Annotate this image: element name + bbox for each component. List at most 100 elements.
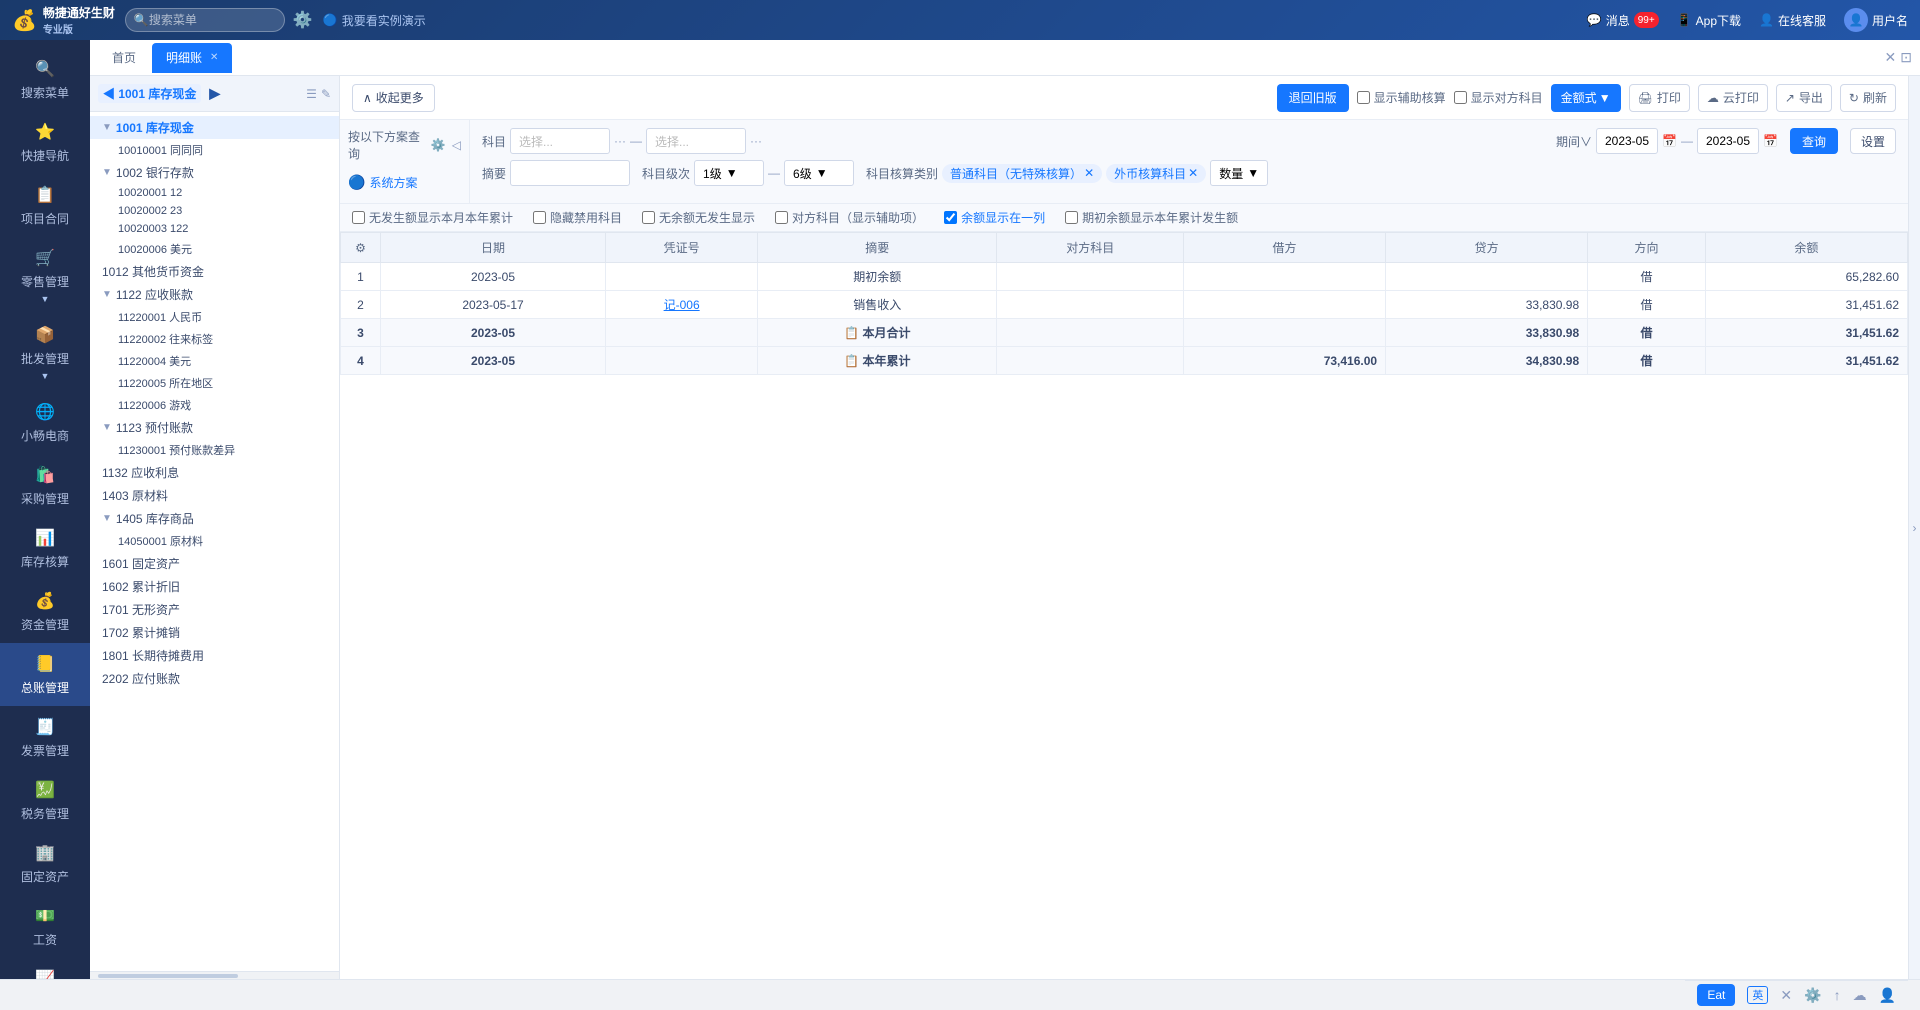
tab-close-icon[interactable]: ✕ bbox=[210, 52, 218, 63]
sidebar-item-invoice[interactable]: 🧾 发票管理 bbox=[0, 706, 90, 769]
settings-icon[interactable]: ⚙️ bbox=[293, 10, 313, 30]
type-tag2-close[interactable]: ✕ bbox=[1188, 166, 1198, 180]
settings-btn[interactable]: 设置 bbox=[1850, 128, 1896, 154]
show-auxiliary-checkbox[interactable]: 显示辅助核算 bbox=[1357, 89, 1446, 106]
bottom-icon-5[interactable]: 👤 bbox=[1879, 987, 1896, 1004]
sidebar-item-tax[interactable]: 💹 税务管理 bbox=[0, 769, 90, 832]
app-download-btn[interactable]: 📱 App下载 bbox=[1677, 12, 1741, 29]
row2-voucher[interactable]: 记-006 bbox=[606, 291, 758, 319]
calendar-from-icon[interactable]: 📅 bbox=[1662, 134, 1677, 148]
tree-settings-icon[interactable]: ✎ bbox=[321, 87, 331, 101]
checkbox-contra[interactable]: 对方科目（显示辅助项） bbox=[775, 209, 924, 226]
checkbox-balance-col[interactable]: 余额显示在一列 bbox=[944, 209, 1045, 226]
tree-node-14050001[interactable]: 14050001 原材料 bbox=[90, 530, 339, 552]
tree-node-10020002[interactable]: 10020002 23 bbox=[90, 202, 339, 220]
tree-node-1701[interactable]: 1701 无形资产 bbox=[90, 598, 339, 621]
export-btn[interactable]: ↗ 导出 bbox=[1776, 84, 1832, 112]
tree-node-1405[interactable]: ▼1405 库存商品 bbox=[90, 507, 339, 530]
subject-from-input[interactable]: 选择... bbox=[510, 128, 610, 154]
sidebar-item-inventory[interactable]: 📊 库存核算 bbox=[0, 517, 90, 580]
tree-node-10020003[interactable]: 10020003 122 bbox=[90, 220, 339, 238]
lang-label[interactable]: 英 bbox=[1747, 986, 1768, 1004]
bottom-icon-1[interactable]: ✕ bbox=[1780, 987, 1792, 1004]
subject-to-input[interactable]: 选择... bbox=[646, 128, 746, 154]
checkbox-opening-ytd[interactable]: 期初余额显示本年累计发生额 bbox=[1065, 209, 1238, 226]
tree-node-1801[interactable]: 1801 长期待摊费用 bbox=[90, 644, 339, 667]
sidebar-item-purchase[interactable]: 🛍️ 采购管理 bbox=[0, 454, 90, 517]
period-from-input[interactable]: 2023-05 bbox=[1596, 128, 1658, 154]
demo-link[interactable]: 🔵 我要看实例演示 bbox=[323, 12, 426, 29]
back-oldversion-btn[interactable]: 退回旧版 bbox=[1277, 84, 1349, 112]
tree-node-10020006[interactable]: 10020006 美元 bbox=[90, 238, 339, 260]
print-btn[interactable]: 🖨 打印 bbox=[1629, 84, 1690, 112]
bottom-icon-4[interactable]: ☁ bbox=[1853, 987, 1867, 1004]
summary-input[interactable] bbox=[510, 160, 630, 186]
sidebar-item-operations[interactable]: 📈 经营管理 bbox=[0, 958, 90, 979]
tree-node-1602[interactable]: 1602 累计折旧 bbox=[90, 575, 339, 598]
query-btn[interactable]: 查询 bbox=[1790, 128, 1838, 154]
tab-close-all-icon[interactable]: ✕ bbox=[1885, 49, 1897, 66]
sidebar-item-assets[interactable]: 🏢 固定资产 bbox=[0, 832, 90, 895]
user-avatar[interactable]: 👤 用户名 bbox=[1844, 8, 1908, 32]
tree-node-1403[interactable]: 1403 原材料 bbox=[90, 484, 339, 507]
checkbox-hide-disabled[interactable]: 隐藏禁用科目 bbox=[533, 209, 622, 226]
search-input[interactable] bbox=[149, 13, 249, 27]
tree-list-icon[interactable]: ☰ bbox=[306, 87, 317, 101]
tree-node-11220002[interactable]: 11220002 往来标签 bbox=[90, 328, 339, 350]
right-collapse-btn[interactable]: › bbox=[1908, 76, 1920, 979]
tree-scrollbar[interactable] bbox=[90, 971, 339, 979]
scheme-settings-icon[interactable]: ⚙️ bbox=[431, 138, 446, 152]
sidebar-item-wholesale[interactable]: 📦 批发管理 ▼ bbox=[0, 314, 90, 391]
message-btn[interactable]: 💬 消息 99+ bbox=[1587, 12, 1659, 29]
cloud-print-btn[interactable]: ☁ 云打印 bbox=[1698, 84, 1768, 112]
tree-node-1123[interactable]: ▼1123 预付账款 bbox=[90, 416, 339, 439]
sidebar-item-finance[interactable]: 💰 资金管理 bbox=[0, 580, 90, 643]
tree-node-1001[interactable]: ▼1001 库存现金 bbox=[90, 116, 339, 139]
refresh-btn[interactable]: ↻ 刷新 bbox=[1840, 84, 1896, 112]
tree-node-1132[interactable]: 1132 应收利息 bbox=[90, 461, 339, 484]
tree-node-11220005[interactable]: 11220005 所在地区 bbox=[90, 372, 339, 394]
tree-node-10020001[interactable]: 10020001 12 bbox=[90, 184, 339, 202]
checkbox-no-debit[interactable]: 无发生额显示本月本年累计 bbox=[352, 209, 513, 226]
tree-node-1122[interactable]: ▼1122 应收账款 bbox=[90, 283, 339, 306]
level-from-select[interactable]: 1级 ▼ bbox=[694, 160, 764, 186]
bottom-icon-2[interactable]: ⚙️ bbox=[1804, 987, 1821, 1004]
sidebar-item-quick-nav[interactable]: ⭐ 快捷导航 bbox=[0, 111, 90, 174]
sidebar-item-ecommerce[interactable]: 🌐 小畅电商 bbox=[0, 391, 90, 454]
online-service-btn[interactable]: 👤 在线客服 bbox=[1759, 12, 1826, 29]
tree-node-2202[interactable]: 2202 应付账款 bbox=[90, 667, 339, 690]
tree-node-1002[interactable]: ▼1002 银行存款 bbox=[90, 161, 339, 184]
eat-btn[interactable]: Eat bbox=[1697, 984, 1735, 1006]
tree-node-11220001[interactable]: 11220001 人民币 bbox=[90, 306, 339, 328]
tree-node-1702[interactable]: 1702 累计摊销 bbox=[90, 621, 339, 644]
top-search[interactable]: 🔍 bbox=[125, 8, 285, 32]
tree-node-1012[interactable]: 1012 其他货币资金 bbox=[90, 260, 339, 283]
type-tag1-close[interactable]: ✕ bbox=[1084, 166, 1094, 180]
tree-node-11220004[interactable]: 11220004 美元 bbox=[90, 350, 339, 372]
sidebar-item-ledger[interactable]: 📒 总账管理 bbox=[0, 643, 90, 706]
period-to-input[interactable]: 2023-05 bbox=[1697, 128, 1759, 154]
tree-nav-icon[interactable]: ▶ bbox=[209, 85, 220, 102]
tree-node-10010001[interactable]: 10010001 同同同 bbox=[90, 139, 339, 161]
show-contra-checkbox[interactable]: 显示对方科目 bbox=[1454, 89, 1543, 106]
tab-expand-icon[interactable]: ⊡ bbox=[1900, 49, 1912, 66]
type-tag3-select[interactable]: 数量 ▼ bbox=[1210, 160, 1268, 186]
amount-format-btn[interactable]: 金额式 ▼ bbox=[1551, 84, 1621, 112]
tree-node-11230001[interactable]: 11230001 预付账款差异 bbox=[90, 439, 339, 461]
type-tag1[interactable]: 普通科目（无特殊核算） ✕ bbox=[942, 164, 1102, 183]
sidebar-item-project[interactable]: 📋 项目合同 bbox=[0, 174, 90, 237]
scheme-collapse-icon[interactable]: ◁ bbox=[452, 138, 461, 152]
calendar-to-icon[interactable]: 📅 bbox=[1763, 134, 1778, 148]
tree-node-11220006[interactable]: 11220006 游戏 bbox=[90, 394, 339, 416]
tree-node-1601[interactable]: 1601 固定资产 bbox=[90, 552, 339, 575]
sidebar-item-search[interactable]: 🔍 搜索菜单 bbox=[0, 48, 90, 111]
sidebar-item-retail[interactable]: 🛒 零售管理 ▼ bbox=[0, 237, 90, 314]
tab-home[interactable]: 首页 bbox=[98, 43, 150, 73]
sidebar-item-salary[interactable]: 💵 工资 bbox=[0, 895, 90, 958]
type-tag2[interactable]: 外币核算科目 ✕ bbox=[1106, 164, 1206, 183]
bottom-icon-3[interactable]: ↑ bbox=[1834, 987, 1841, 1003]
tab-detail-account[interactable]: 明细账 ✕ bbox=[152, 43, 232, 73]
expand-filter-btn[interactable]: ∧ 收起更多 bbox=[352, 84, 435, 112]
checkbox-no-balance[interactable]: 无余额无发生显示 bbox=[642, 209, 755, 226]
system-scheme-btn[interactable]: 🔵 系统方案 bbox=[348, 170, 461, 195]
